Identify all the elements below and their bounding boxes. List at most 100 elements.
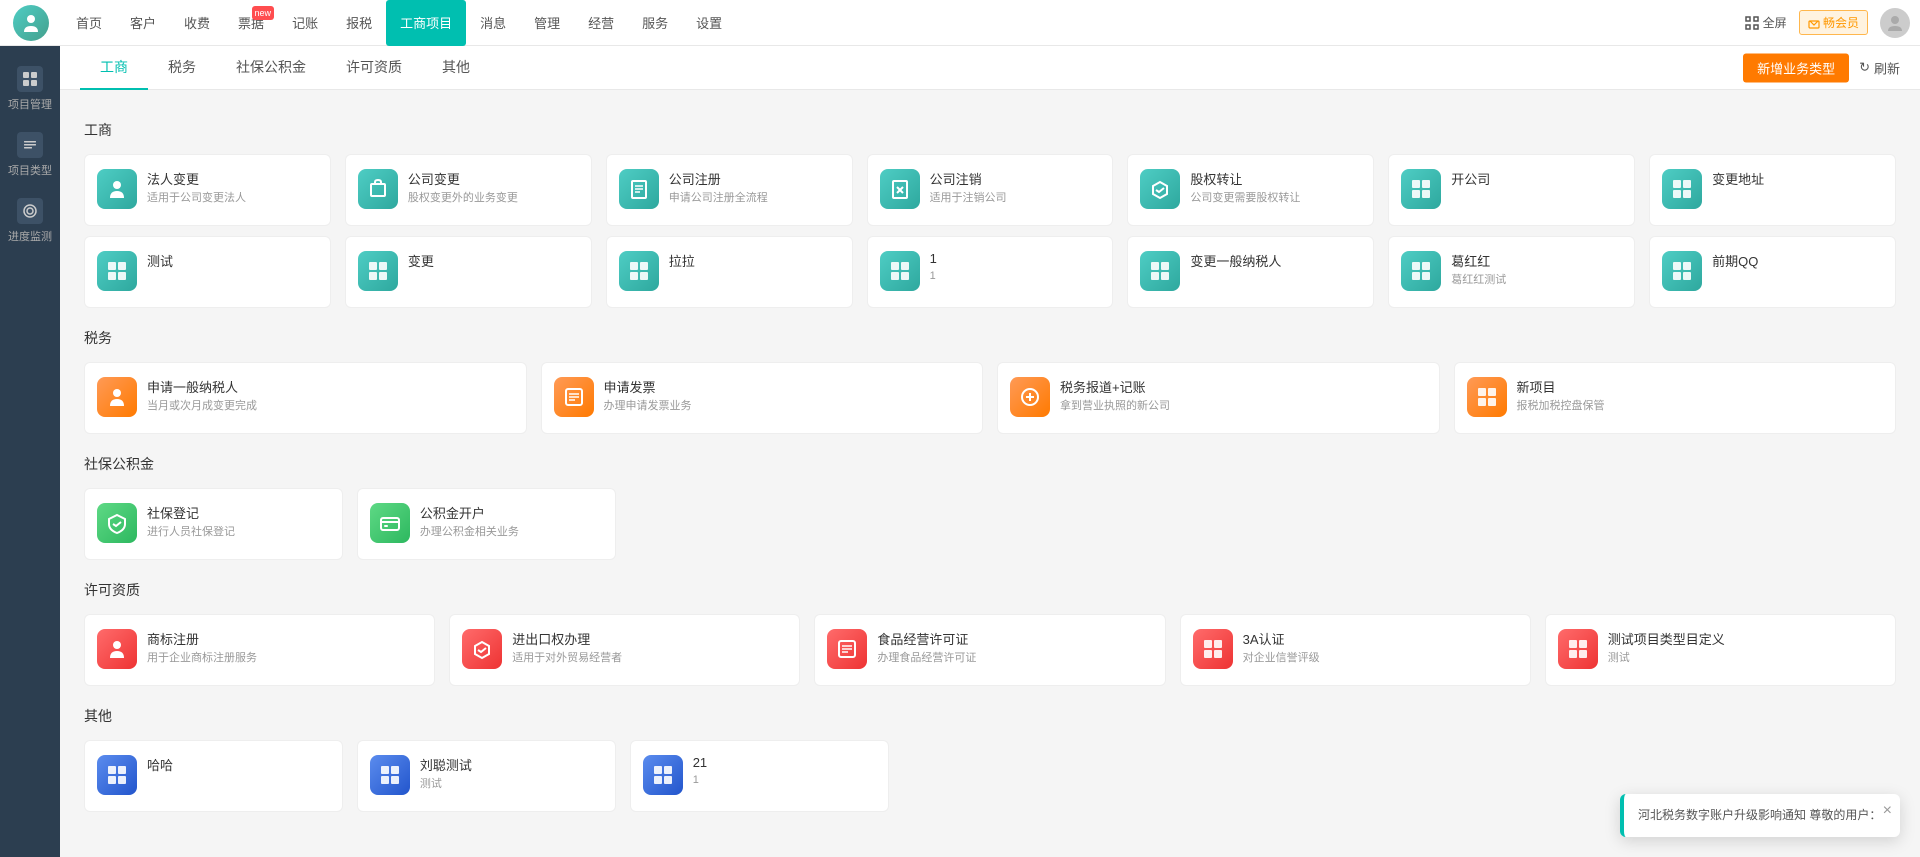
card-faziren-biangeng[interactable]: 法人变更 适用于公司变更法人 (84, 154, 331, 226)
card-icon-xin-xiangmu (1467, 377, 1507, 417)
nav-ticket[interactable]: 票据 new (224, 0, 278, 46)
card-icon-shebao (97, 503, 137, 543)
section-title-xuke: 许可资质 (84, 580, 1896, 600)
nav-customer[interactable]: 客户 (116, 0, 170, 46)
nav-settings[interactable]: 设置 (682, 0, 736, 46)
card-shenqing-yiban[interactable]: 申请一般纳税人 当月或次月成变更完成 (84, 362, 527, 434)
logo[interactable] (10, 2, 52, 44)
card-shuiwu-baodao[interactable]: 税务报道+记账 拿到营业执照的新公司 (997, 362, 1440, 434)
gongshang-cards-row1: 法人变更 适用于公司变更法人 公司变更 股权变更外的业务变更 公司注册 (84, 154, 1896, 226)
card-ceshi-xiangmu[interactable]: 测试项目类型目定义 测试 (1545, 614, 1896, 686)
tab-gongshang[interactable]: 工商 (80, 46, 148, 90)
card-ceshi[interactable]: 测试 (84, 236, 331, 308)
nav-industrial[interactable]: 工商项目 (386, 0, 466, 46)
card-icon-fapiao (554, 377, 594, 417)
card-xin-xiangmu[interactable]: 新项目 报税加税控盘保管 (1454, 362, 1897, 434)
card-icon-gongjijin (370, 503, 410, 543)
card-gongsi-zhuxiao[interactable]: 公司注销 适用于注销公司 (867, 154, 1114, 226)
section-title-gongshang: 工商 (84, 120, 1896, 140)
card-kai-gongsi[interactable]: 开公司 (1388, 154, 1635, 226)
card-icon-gehonghong (1401, 251, 1441, 291)
sidebar-label-project-type: 项目类型 (8, 162, 52, 178)
refresh-icon: ↻ (1859, 60, 1870, 76)
card-lala[interactable]: 拉拉 (606, 236, 853, 308)
nav-items: 首页 客户 收费 票据 new 记账 报税 工商项目 消息 管理 经营 服务 设… (62, 0, 1745, 46)
sidebar: 项目管理 项目类型 进度监测 (0, 46, 60, 857)
progress-icon (17, 198, 43, 224)
card-gongjijin-kaihu[interactable]: 公积金开户 办理公积金相关业务 (357, 488, 616, 560)
card-gongsi-zhuce[interactable]: 公司注册 申请公司注册全流程 (606, 154, 853, 226)
card-shebao-dengji[interactable]: 社保登记 进行人员社保登记 (84, 488, 343, 560)
card-1[interactable]: 1 1 (867, 236, 1114, 308)
card-icon-ceshi (97, 251, 137, 291)
sidebar-item-progress[interactable]: 进度监测 (0, 188, 60, 254)
card-icon-haha (97, 755, 137, 795)
card-icon-lala (619, 251, 659, 291)
card-shangbiao-zhuce[interactable]: 商标注册 用于企业商标注册服务 (84, 614, 435, 686)
nav-fee[interactable]: 收费 (170, 0, 224, 46)
vip-button[interactable]: 畅会员 (1799, 10, 1868, 35)
main-content: 工商 税务 社保公积金 许可资质 其他 新增业务类型 ↻ 刷新 工商 法人变更 … (60, 46, 1920, 857)
tab-shuiwu[interactable]: 税务 (148, 46, 216, 90)
card-liucong-ceshi[interactable]: 刘聪测试 测试 (357, 740, 616, 812)
notification-close[interactable]: × (1883, 802, 1892, 820)
card-icon-biangeng-dizhi (1662, 169, 1702, 209)
card-3a[interactable]: 3A认证 对企业信誉评级 (1180, 614, 1531, 686)
nav-message[interactable]: 消息 (466, 0, 520, 46)
tab-qita[interactable]: 其他 (422, 46, 490, 90)
new-type-button[interactable]: 新增业务类型 (1743, 53, 1849, 82)
card-21[interactable]: 21 1 (630, 740, 889, 812)
card-biangeng2[interactable]: 变更 (345, 236, 592, 308)
card-gehonghong[interactable]: 葛红红 葛红红测试 (1388, 236, 1635, 308)
logo-icon (13, 5, 49, 41)
sidebar-item-project-manage[interactable]: 项目管理 (0, 56, 60, 122)
card-icon-guquan (1140, 169, 1180, 209)
card-haha[interactable]: 哈哈 (84, 740, 343, 812)
tab-shebao[interactable]: 社保公积金 (216, 46, 326, 90)
card-icon-3a (1193, 629, 1233, 669)
card-icon-kai-gongsi (1401, 169, 1441, 209)
nav-bookkeeping[interactable]: 记账 (278, 0, 332, 46)
avatar-icon (1886, 14, 1904, 32)
card-icon-biangeng2 (358, 251, 398, 291)
card-icon-gongsi-zhuce (619, 169, 659, 209)
gongshang-cards-row2: 测试 变更 拉拉 (84, 236, 1896, 308)
new-badge: new (252, 6, 275, 20)
card-gongsi-biangeng[interactable]: 公司变更 股权变更外的业务变更 (345, 154, 592, 226)
fullscreen-btn[interactable]: 全屏 (1745, 14, 1787, 31)
vip-icon (1808, 18, 1820, 30)
card-icon-shipin (827, 629, 867, 669)
card-jinchukou[interactable]: 进出口权办理 适用于对外贸易经营者 (449, 614, 800, 686)
card-biangeng-dizhi[interactable]: 变更地址 (1649, 154, 1896, 226)
sidebar-item-project-type[interactable]: 项目类型 (0, 122, 60, 188)
nav-service[interactable]: 服务 (628, 0, 682, 46)
card-icon-ceshi-xiangmu (1558, 629, 1598, 669)
content-area: 工商 法人变更 适用于公司变更法人 公司变更 股权变更外的业务变更 (60, 90, 1920, 852)
card-shipin[interactable]: 食品经营许可证 办理食品经营许可证 (814, 614, 1165, 686)
card-icon-biangeng-yiban (1140, 251, 1180, 291)
sidebar-label-progress: 进度监测 (8, 228, 52, 244)
nav-right: 全屏 畅会员 (1745, 8, 1910, 38)
nav-home[interactable]: 首页 (62, 0, 116, 46)
nav-tax[interactable]: 报税 (332, 0, 386, 46)
avatar[interactable] (1880, 8, 1910, 38)
card-icon-jinchukou (462, 629, 502, 669)
refresh-button[interactable]: ↻ 刷新 (1859, 58, 1900, 77)
project-manage-icon (17, 66, 43, 92)
fullscreen-icon (1745, 16, 1759, 30)
card-biangeng-yiban[interactable]: 变更一般纳税人 (1127, 236, 1374, 308)
section-title-qita: 其他 (84, 706, 1896, 726)
tab-xuke[interactable]: 许可资质 (326, 46, 422, 90)
card-guquan-zhuanrang[interactable]: 股权转让 公司变更需要股权转让 (1127, 154, 1374, 226)
top-nav: 首页 客户 收费 票据 new 记账 报税 工商项目 消息 管理 经营 服务 设… (0, 0, 1920, 46)
nav-manage[interactable]: 管理 (520, 0, 574, 46)
card-shenqing-fapiao[interactable]: 申请发票 办理申请发票业务 (541, 362, 984, 434)
notification-text: 河北税务数字账户升级影响通知 尊敬的用户： (1638, 806, 1886, 825)
sidebar-label-project-manage: 项目管理 (8, 96, 52, 112)
card-qianqi-qq[interactable]: 前期QQ (1649, 236, 1896, 308)
card-icon-1 (880, 251, 920, 291)
section-title-shebao: 社保公积金 (84, 454, 1896, 474)
tabs-bar: 工商 税务 社保公积金 许可资质 其他 新增业务类型 ↻ 刷新 (60, 46, 1920, 90)
project-type-icon (17, 132, 43, 158)
nav-business[interactable]: 经营 (574, 0, 628, 46)
